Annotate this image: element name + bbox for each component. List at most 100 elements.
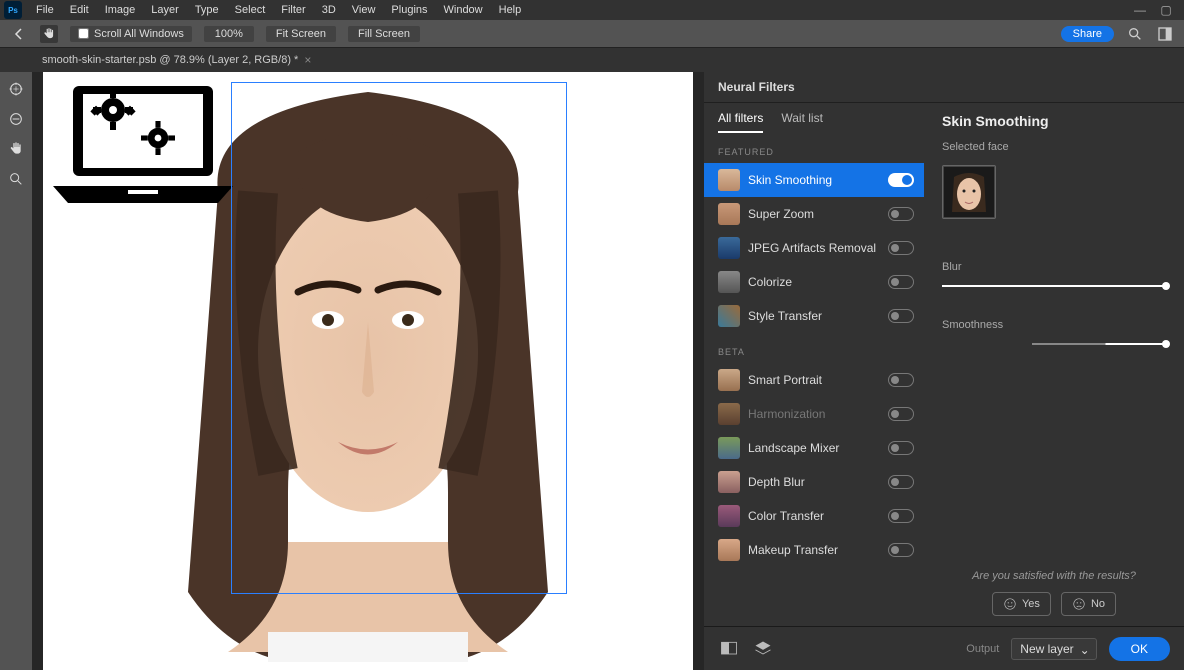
menu-help[interactable]: Help xyxy=(491,2,530,18)
filter-makeup-transfer[interactable]: Makeup Transfer xyxy=(704,533,924,567)
smile-icon xyxy=(1003,597,1017,611)
ok-button[interactable]: OK xyxy=(1109,637,1170,661)
close-tab-icon[interactable]: × xyxy=(304,53,311,67)
filter-super-zoom[interactable]: Super Zoom xyxy=(704,197,924,231)
output-select[interactable]: New layer ⌄ xyxy=(1011,638,1096,660)
options-bar: Scroll All Windows 100% Fit Screen Fill … xyxy=(0,20,1184,48)
fill-screen-button[interactable]: Fill Screen xyxy=(348,26,420,42)
hand-tool-icon[interactable] xyxy=(40,25,58,43)
left-tool-column xyxy=(0,72,32,670)
toggle-style-transfer[interactable] xyxy=(888,309,914,323)
tab-all-filters[interactable]: All filters xyxy=(718,111,763,133)
menu-window[interactable]: Window xyxy=(436,2,491,18)
filter-colorize[interactable]: Colorize xyxy=(704,265,924,299)
menu-file[interactable]: File xyxy=(28,2,62,18)
filter-detail: Skin Smoothing Selected face Blur Smooth… xyxy=(924,103,1184,626)
panel-title: Neural Filters xyxy=(704,72,1184,103)
menu-image[interactable]: Image xyxy=(97,2,144,18)
toggle-smart-portrait[interactable] xyxy=(888,373,914,387)
toggle-jpeg[interactable] xyxy=(888,241,914,255)
menu-select[interactable]: Select xyxy=(227,2,274,18)
app-icon: Ps xyxy=(4,1,22,19)
workspace: Neural Filters All filters Wait list FEA… xyxy=(0,72,1184,670)
maximize-icon[interactable]: ▢ xyxy=(1158,2,1174,18)
filter-thumb xyxy=(718,539,740,561)
menu-edit[interactable]: Edit xyxy=(62,2,97,18)
menu-3d[interactable]: 3D xyxy=(314,2,344,18)
smoothness-slider[interactable] xyxy=(1032,343,1166,345)
filter-jpeg-artifacts[interactable]: JPEG Artifacts Removal xyxy=(704,231,924,265)
smoothness-label: Smoothness xyxy=(942,319,1166,331)
scroll-all-label: Scroll All Windows xyxy=(94,28,184,40)
filter-title: Skin Smoothing xyxy=(942,113,1166,129)
laptop-gears-overlay xyxy=(43,78,243,208)
filter-depth-blur[interactable]: Depth Blur xyxy=(704,465,924,499)
canvas[interactable] xyxy=(43,72,693,670)
filter-list: All filters Wait list FEATURED Skin Smoo… xyxy=(704,103,924,626)
document-tabs: smooth-skin-starter.psb @ 78.9% (Layer 2… xyxy=(0,48,1184,72)
filter-thumb xyxy=(718,237,740,259)
toggle-colorize[interactable] xyxy=(888,275,914,289)
remove-icon[interactable] xyxy=(5,108,27,130)
layers-icon[interactable] xyxy=(752,638,774,660)
menubar: Ps File Edit Image Layer Type Select Fil… xyxy=(0,0,1184,20)
tab-wait-list[interactable]: Wait list xyxy=(781,111,823,133)
filter-landscape-mixer[interactable]: Landscape Mixer xyxy=(704,431,924,465)
output-label: Output xyxy=(966,643,999,655)
selected-face-thumb[interactable] xyxy=(942,165,996,219)
filter-thumb xyxy=(718,271,740,293)
back-button[interactable] xyxy=(10,25,28,43)
toggle-makeup-transfer[interactable] xyxy=(888,543,914,557)
workspace-icon[interactable] xyxy=(1156,25,1174,43)
fit-screen-button[interactable]: Fit Screen xyxy=(266,26,336,42)
toggle-color-transfer[interactable] xyxy=(888,509,914,523)
frown-icon xyxy=(1072,597,1086,611)
toggle-skin-smoothing[interactable] xyxy=(888,173,914,187)
filter-skin-smoothing[interactable]: Skin Smoothing xyxy=(704,163,924,197)
filter-harmonization[interactable]: Harmonization xyxy=(704,397,924,431)
toggle-depth-blur[interactable] xyxy=(888,475,914,489)
scroll-all-windows-checkbox[interactable]: Scroll All Windows xyxy=(70,26,192,42)
neural-filters-panel: Neural Filters All filters Wait list FEA… xyxy=(704,72,1184,670)
document-tab[interactable]: smooth-skin-starter.psb @ 78.9% (Layer 2… xyxy=(32,49,319,71)
filter-smart-portrait[interactable]: Smart Portrait xyxy=(704,363,924,397)
menu-view[interactable]: View xyxy=(344,2,384,18)
canvas-area[interactable] xyxy=(32,72,704,670)
share-button[interactable]: Share xyxy=(1061,26,1114,42)
minimize-icon[interactable]: — xyxy=(1132,2,1148,18)
filter-thumb xyxy=(718,169,740,191)
menu-type[interactable]: Type xyxy=(187,2,227,18)
filter-thumb xyxy=(718,471,740,493)
feedback-no[interactable]: No xyxy=(1061,592,1116,616)
filter-color-transfer[interactable]: Color Transfer xyxy=(704,499,924,533)
chevron-down-icon: ⌄ xyxy=(1080,643,1090,657)
filter-tabs: All filters Wait list xyxy=(704,103,924,133)
toggle-landscape-mixer[interactable] xyxy=(888,441,914,455)
filter-thumb xyxy=(718,369,740,391)
toggle-harmonization[interactable] xyxy=(888,407,914,421)
menu-layer[interactable]: Layer xyxy=(143,2,187,18)
featured-label: FEATURED xyxy=(704,133,924,163)
target-icon[interactable] xyxy=(5,78,27,100)
menu-filter[interactable]: Filter xyxy=(273,2,313,18)
blur-slider[interactable] xyxy=(942,285,1166,287)
filter-thumb xyxy=(718,505,740,527)
feedback-section: Are you satisfied with the results? Yes … xyxy=(942,570,1166,616)
beta-label: BETA xyxy=(704,333,924,363)
zoom-value[interactable]: 100% xyxy=(204,26,254,42)
hand-icon[interactable] xyxy=(5,138,27,160)
scroll-all-checkbox-input[interactable] xyxy=(78,28,89,39)
preview-icon[interactable] xyxy=(718,638,740,660)
filter-thumb xyxy=(718,305,740,327)
filter-thumb xyxy=(718,203,740,225)
document-tab-title: smooth-skin-starter.psb @ 78.9% (Layer 2… xyxy=(42,54,298,66)
feedback-yes[interactable]: Yes xyxy=(992,592,1051,616)
filter-style-transfer[interactable]: Style Transfer xyxy=(704,299,924,333)
toggle-super-zoom[interactable] xyxy=(888,207,914,221)
zoom-icon[interactable] xyxy=(5,168,27,190)
search-icon[interactable] xyxy=(1126,25,1144,43)
blur-label: Blur xyxy=(942,261,1166,273)
panel-bottom-bar: Output New layer ⌄ OK xyxy=(704,626,1184,670)
filter-thumb xyxy=(718,437,740,459)
menu-plugins[interactable]: Plugins xyxy=(383,2,435,18)
